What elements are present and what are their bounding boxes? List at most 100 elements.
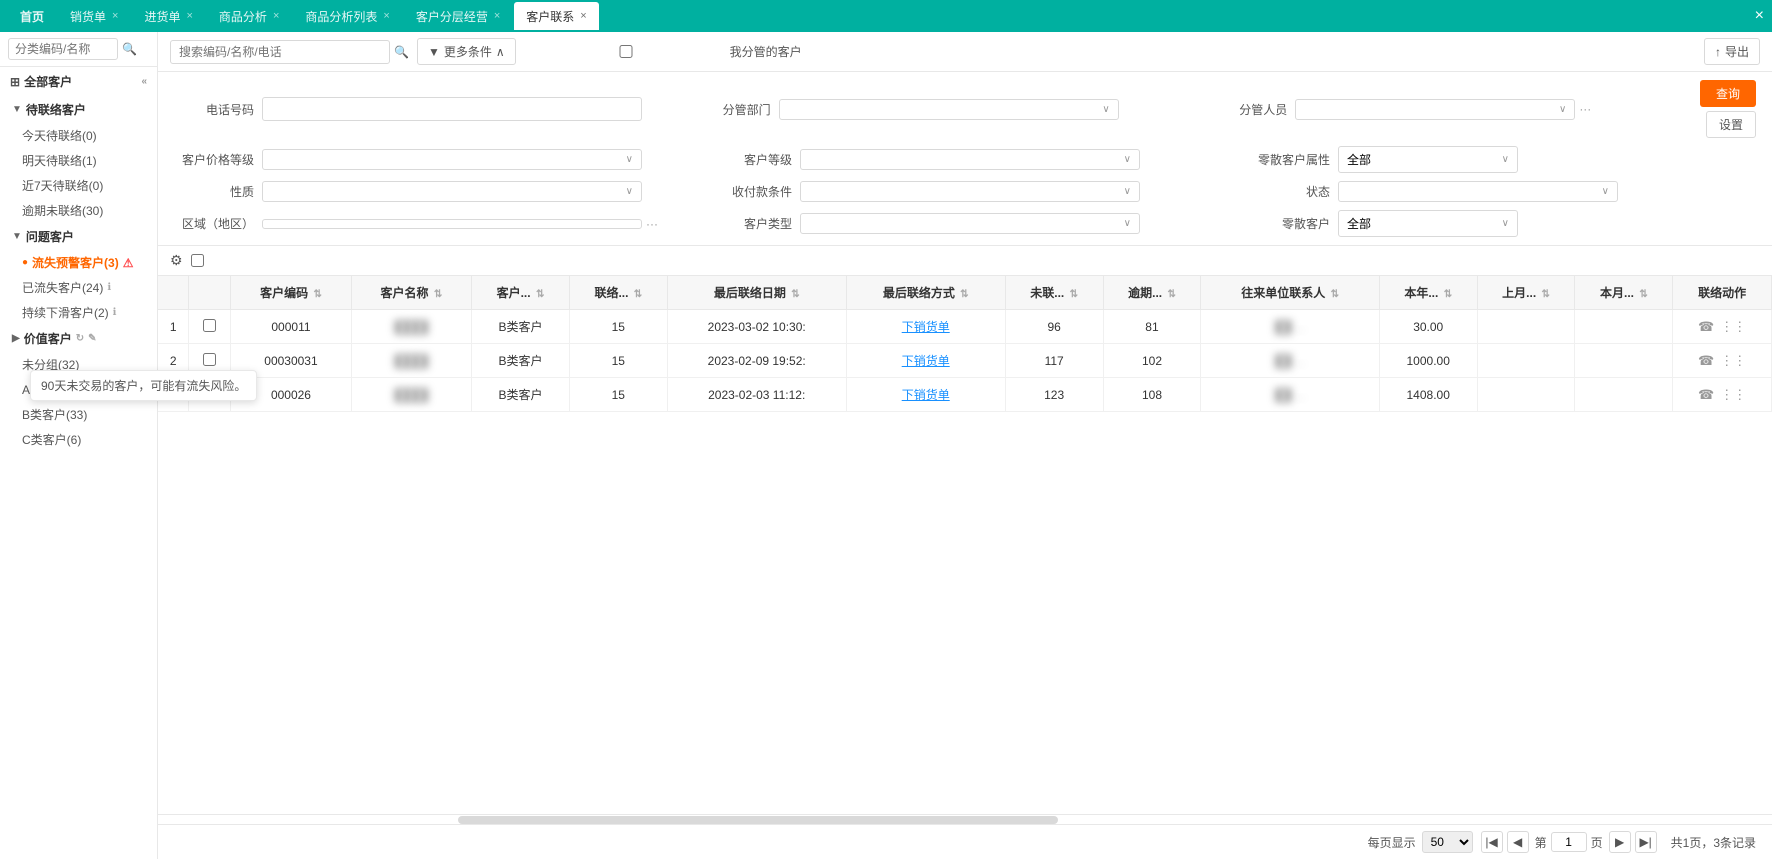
phone-input[interactable]: [262, 97, 642, 121]
close-tab-customer-contact[interactable]: ×: [580, 10, 586, 22]
all-customers-header[interactable]: ⊞ 全部客户 «: [0, 67, 157, 96]
first-page-btn[interactable]: |◀: [1481, 831, 1503, 853]
page-number-input[interactable]: [1551, 832, 1587, 852]
my-customer-checkbox[interactable]: [526, 45, 726, 58]
prev-page-btn[interactable]: ◀: [1507, 831, 1529, 853]
th-type[interactable]: 客户... ⇅: [472, 276, 570, 310]
edit-icon[interactable]: ✎: [88, 333, 96, 344]
close-tab-customer-tier[interactable]: ×: [494, 10, 500, 22]
sort-icon-name: ⇅: [434, 289, 442, 300]
tab-customer-contact[interactable]: 客户联系 ×: [514, 2, 598, 30]
cell-this-year: 1000.00: [1379, 344, 1477, 378]
cell-this-month: [1575, 310, 1673, 344]
cell-company-contact: ██ ...: [1201, 378, 1379, 412]
sidebar-search-icon[interactable]: 🔍: [122, 42, 137, 56]
close-tab-purchase[interactable]: ×: [186, 10, 192, 22]
tab-sales[interactable]: 销货单 ×: [58, 2, 130, 30]
cell-last-type[interactable]: 下销货单: [846, 310, 1005, 344]
price-tier-select[interactable]: ∨: [262, 149, 642, 170]
page-size-select[interactable]: 50 20 100: [1422, 831, 1473, 853]
sidebar: 🔍 ⊞ 全部客户 « ▼ 待联络客户 今天待联络(0) 明天待联络(1) 近7天…: [0, 32, 158, 859]
sidebar-item-churn-warning[interactable]: ● 流失预警客户(3) ⚠: [0, 250, 157, 275]
th-this-month[interactable]: 本月... ⇅: [1575, 276, 1673, 310]
select-all-checkbox[interactable]: [191, 254, 204, 267]
cell-last-type[interactable]: 下销货单: [846, 344, 1005, 378]
last-page-btn[interactable]: ▶|: [1635, 831, 1657, 853]
th-code[interactable]: 客户编码 ⇅: [231, 276, 351, 310]
tab-goods-analysis[interactable]: 商品分析 ×: [207, 2, 291, 30]
chevron-down-icon4: ∨: [1124, 154, 1131, 165]
contact-action-icon[interactable]: ☎: [1698, 353, 1714, 369]
th-last-month[interactable]: 上月... ⇅: [1477, 276, 1575, 310]
search-icon[interactable]: 🔍: [394, 45, 409, 59]
query-button[interactable]: 查询: [1700, 80, 1756, 107]
cell-last-type[interactable]: 下销货单: [846, 378, 1005, 412]
sidebar-search-input[interactable]: [8, 38, 118, 60]
my-customer-checkbox-label[interactable]: 我分管的客户: [526, 43, 802, 60]
row-checkbox[interactable]: [203, 353, 216, 366]
sidebar-item-tomorrow[interactable]: 明天待联络(1): [0, 148, 157, 173]
payment-select[interactable]: ∨: [800, 181, 1140, 202]
close-tab-goods-analysis-list[interactable]: ×: [383, 10, 389, 22]
th-this-year[interactable]: 本年... ⇅: [1379, 276, 1477, 310]
th-last-type[interactable]: 最后联络方式 ⇅: [846, 276, 1005, 310]
horizontal-scrollbar[interactable]: [158, 814, 1772, 824]
tab-customer-tier[interactable]: 客户分层经营 ×: [404, 2, 512, 30]
sidebar-item-overdue[interactable]: 逾期未联络(30): [0, 198, 157, 223]
dept-select[interactable]: ∨: [779, 99, 1119, 120]
cell-this-month: [1575, 344, 1673, 378]
sidebar-item-churned[interactable]: 已流失客户(24) ℹ: [0, 275, 157, 300]
group-pending-contact[interactable]: ▼ 待联络客户: [0, 96, 157, 123]
tab-home[interactable]: 首页: [8, 2, 56, 30]
sidebar-item-c-class[interactable]: C类客户(6): [0, 427, 157, 452]
sidebar-item-b-class[interactable]: B类客户(33): [0, 402, 157, 427]
sidebar-item-today[interactable]: 今天待联络(0): [0, 123, 157, 148]
window-close-button[interactable]: ×: [1755, 7, 1764, 25]
contact-action-icon[interactable]: ☎: [1698, 319, 1714, 335]
search-input[interactable]: [170, 40, 390, 64]
cell-type: B类客户: [472, 378, 570, 412]
tab-goods-analysis-list[interactable]: 商品分析列表 ×: [293, 2, 401, 30]
table-settings-gear-icon[interactable]: ⚙: [170, 252, 183, 269]
tab-purchase[interactable]: 进货单 ×: [132, 2, 204, 30]
sidebar-item-7days[interactable]: 近7天待联络(0): [0, 173, 157, 198]
customer-level-select[interactable]: ∨: [800, 149, 1140, 170]
region-select[interactable]: [262, 219, 642, 229]
th-company-contact[interactable]: 往来单位联系人 ⇅: [1201, 276, 1379, 310]
more-action-icon[interactable]: ⋮⋮: [1720, 319, 1746, 335]
cell-checkbox[interactable]: [189, 310, 231, 344]
settings-button[interactable]: 设置: [1706, 111, 1756, 138]
export-btn[interactable]: ↑ 导出: [1704, 38, 1760, 65]
sidebar-item-declining[interactable]: 持续下滑客户(2) ℹ: [0, 300, 157, 325]
more-icon-1[interactable]: ···: [1579, 102, 1591, 116]
group-problem-customers[interactable]: ▼ 问题客户: [0, 223, 157, 250]
th-overdue[interactable]: 逾期... ⇅: [1103, 276, 1201, 310]
th-name[interactable]: 客户名称 ⇅: [351, 276, 471, 310]
retail-attr-select[interactable]: 全部 ∨: [1338, 146, 1518, 173]
chevron-down-icon3: ∨: [626, 154, 633, 165]
cell-index: 1: [158, 310, 189, 344]
cell-overdue: 108: [1103, 378, 1201, 412]
row-checkbox[interactable]: [203, 319, 216, 332]
th-uncontacted[interactable]: 未联... ⇅: [1005, 276, 1103, 310]
sort-icon-this-year: ⇅: [1444, 289, 1452, 300]
nature-select[interactable]: ∨: [262, 181, 642, 202]
grid-icon: ⊞: [10, 75, 20, 89]
filter-row-2: 客户价格等级 ∨ 客户等级 ∨: [174, 146, 1756, 173]
more-conditions-btn[interactable]: ▼ 更多条件 ∧: [417, 38, 516, 65]
status-select[interactable]: ∨: [1338, 181, 1618, 202]
more-action-icon[interactable]: ⋮⋮: [1720, 387, 1746, 403]
group-value-customers[interactable]: ▶ 价值客户 ↻ ✎: [0, 325, 157, 352]
close-tab-sales[interactable]: ×: [112, 10, 118, 22]
staff-select[interactable]: ∨: [1295, 99, 1575, 120]
close-tab-goods-analysis[interactable]: ×: [273, 10, 279, 22]
retail-customer-select[interactable]: 全部 ∨: [1338, 210, 1518, 237]
contact-action-icon[interactable]: ☎: [1698, 387, 1714, 403]
customer-type-select[interactable]: ∨: [800, 213, 1140, 234]
th-last-date[interactable]: 最后联络日期 ⇅: [667, 276, 846, 310]
more-action-icon[interactable]: ⋮⋮: [1720, 353, 1746, 369]
more-icon-2[interactable]: ···: [646, 217, 658, 231]
th-contact-count[interactable]: 联络... ⇅: [569, 276, 667, 310]
next-page-btn[interactable]: ▶: [1609, 831, 1631, 853]
refresh-icon[interactable]: ↻: [76, 333, 84, 344]
